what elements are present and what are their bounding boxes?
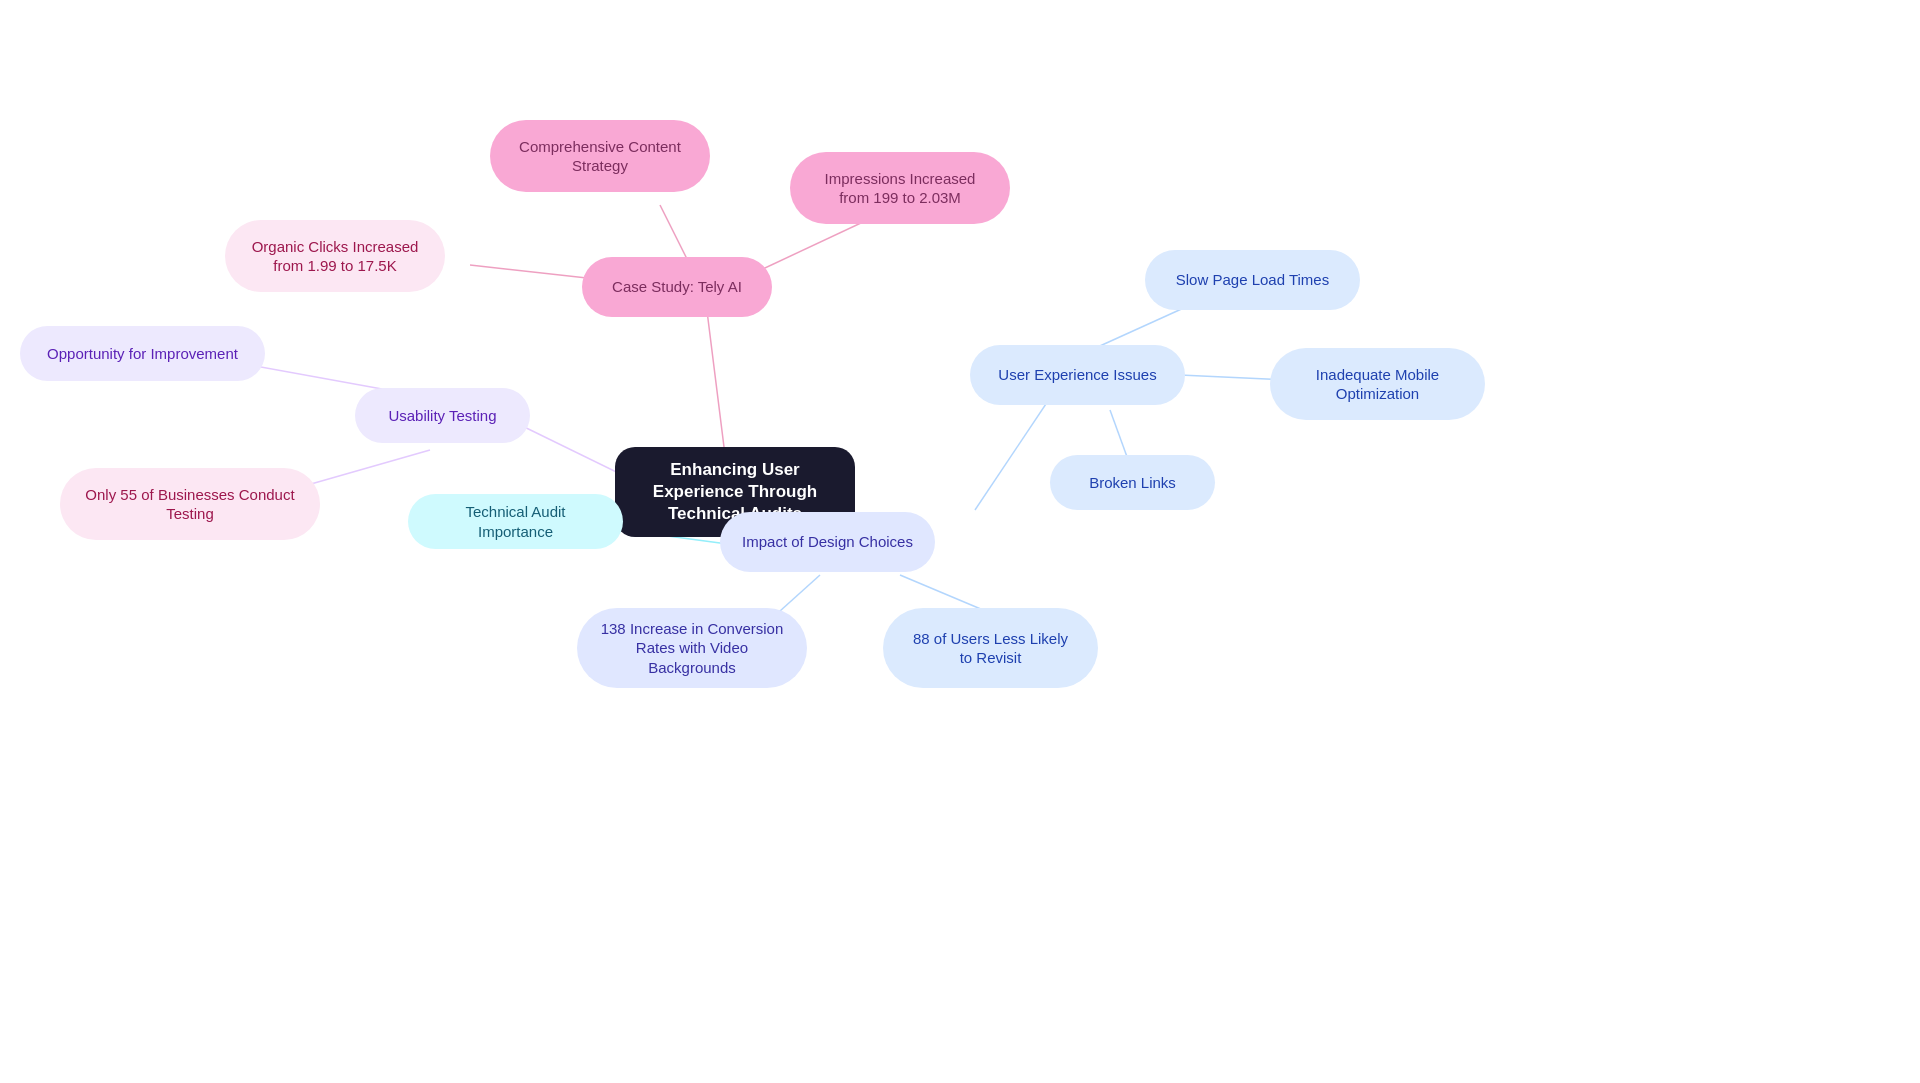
comprehensive-content-label: Comprehensive Content Strategy [512, 137, 688, 176]
broken-links-label: Broken Links [1089, 473, 1176, 493]
case-study-node: Case Study: Tely AI [582, 257, 772, 317]
opportunity-node: Opportunity for Improvement [20, 326, 265, 381]
user-experience-label: User Experience Issues [998, 365, 1156, 385]
svg-line-1 [660, 205, 690, 265]
only-55-node: Only 55 of Businesses Conduct Testing [60, 468, 320, 540]
impressions-label: Impressions Increased from 199 to 2.03M [812, 169, 988, 208]
comprehensive-content-node: Comprehensive Content Strategy [490, 120, 710, 192]
broken-links-node: Broken Links [1050, 455, 1215, 510]
organic-clicks-node: Organic Clicks Increased from 1.99 to 17… [225, 220, 445, 292]
usability-testing-label: Usability Testing [388, 406, 496, 426]
opportunity-label: Opportunity for Improvement [47, 344, 238, 364]
conversion-rates-node: 138 Increase in Conversion Rates with Vi… [577, 608, 807, 688]
case-study-label: Case Study: Tely AI [612, 277, 742, 297]
impact-design-node: Impact of Design Choices [720, 512, 935, 572]
slow-page-label: Slow Page Load Times [1176, 270, 1329, 290]
inadequate-mobile-node: Inadequate Mobile Optimization [1270, 348, 1485, 420]
technical-audit-label: Technical Audit Importance [430, 502, 601, 541]
technical-audit-node: Technical Audit Importance [408, 494, 623, 549]
users-less-likely-node: 88 of Users Less Likely to Revisit [883, 608, 1098, 688]
impressions-node: Impressions Increased from 199 to 2.03M [790, 152, 1010, 224]
only-55-label: Only 55 of Businesses Conduct Testing [82, 485, 298, 524]
conversion-rates-label: 138 Increase in Conversion Rates with Vi… [599, 619, 785, 678]
impact-design-label: Impact of Design Choices [742, 532, 913, 552]
inadequate-mobile-label: Inadequate Mobile Optimization [1292, 365, 1463, 404]
slow-page-node: Slow Page Load Times [1145, 250, 1360, 310]
users-less-likely-label: 88 of Users Less Likely to Revisit [905, 629, 1076, 668]
usability-testing-node: Usability Testing [355, 388, 530, 443]
organic-clicks-label: Organic Clicks Increased from 1.99 to 17… [247, 237, 423, 276]
user-experience-node: User Experience Issues [970, 345, 1185, 405]
